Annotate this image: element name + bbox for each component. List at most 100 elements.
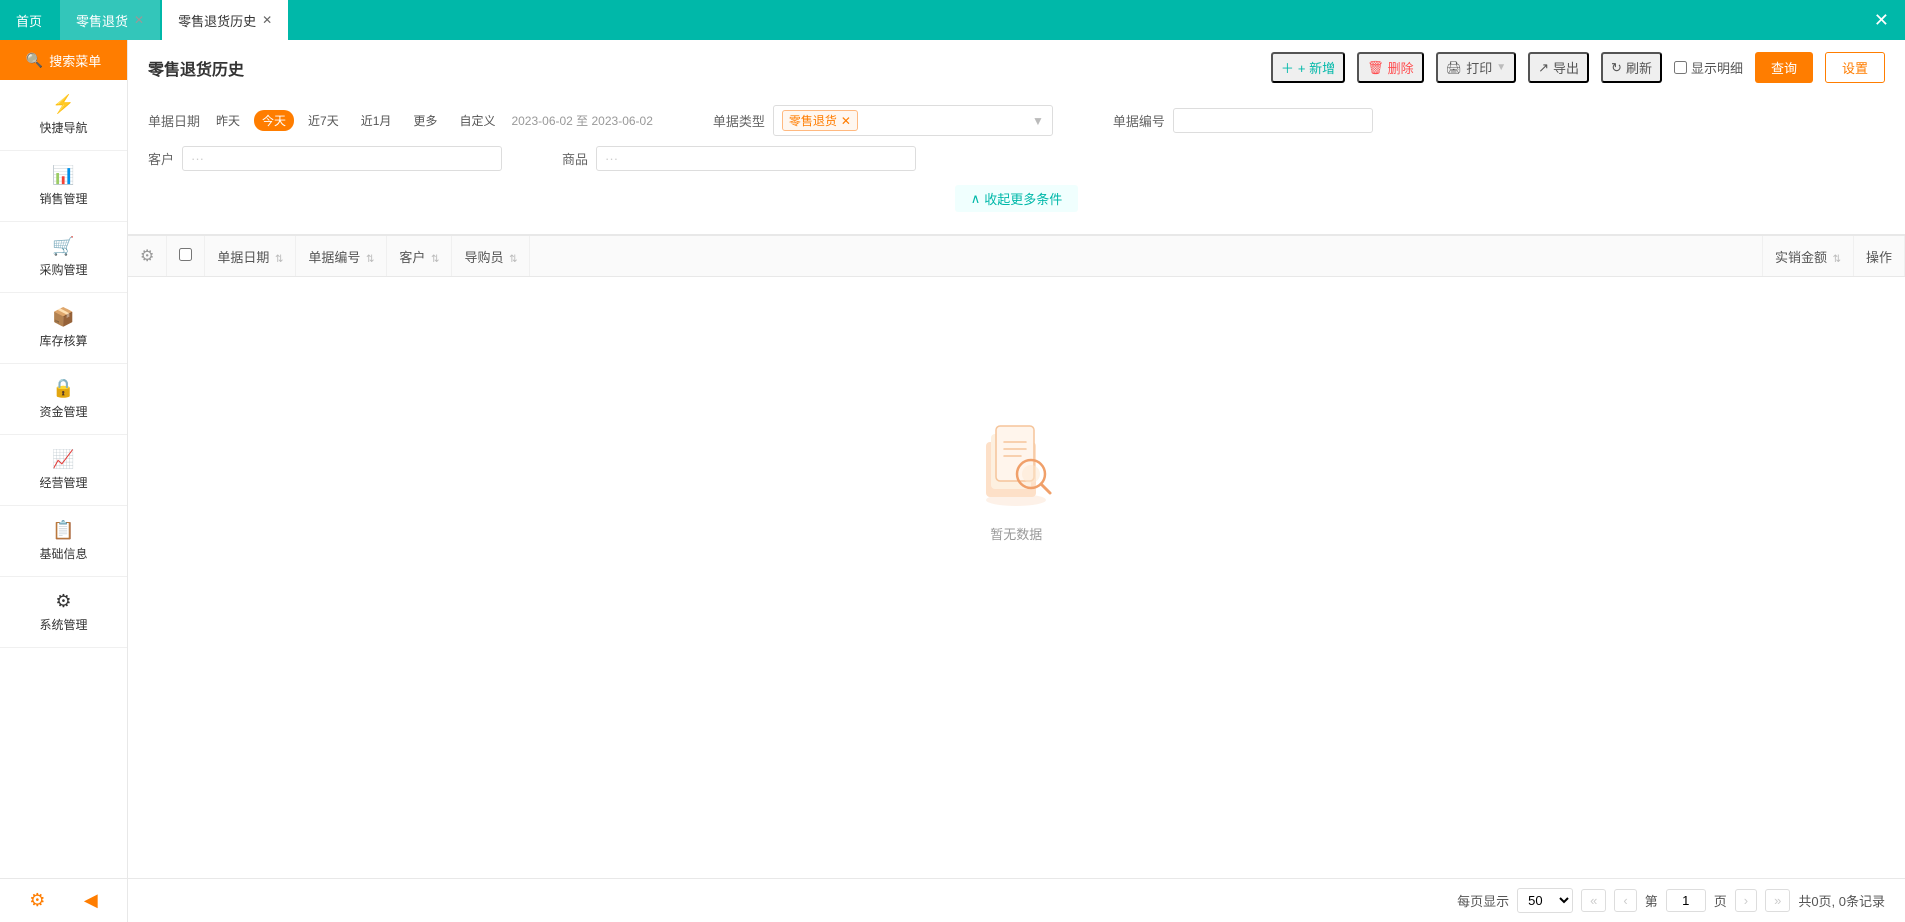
sidebar-item-operation[interactable]: 📈 经营管理 [0, 435, 127, 506]
page-prefix: 第 [1645, 891, 1658, 910]
page-number-input[interactable] [1666, 889, 1706, 912]
refresh-button[interactable]: ↻ 刷新 [1601, 52, 1662, 83]
sidebar-item-basic[interactable]: 📋 基础信息 [0, 506, 127, 577]
date-btn-1month[interactable]: 近1月 [353, 110, 400, 131]
type-tag: 零售退货 ✕ [782, 110, 858, 131]
purchase-icon: 🛒 [52, 236, 74, 257]
sidebar-settings-btn[interactable]: ⚙ [29, 890, 45, 911]
page-title-row: 零售退货历史 ＋ + 新增 🗑 删除 🖨 打印 ▼ [148, 52, 1885, 83]
th-date-sort-icon[interactable]: ⇅ [275, 254, 283, 265]
top-bar: 首页 零售退货 ✕ 零售退货历史 ✕ ✕ [0, 0, 1905, 40]
sidebar-collapse-btn[interactable]: ◀ [84, 890, 98, 911]
sidebar-search[interactable]: 🔍 搜索菜单 [0, 40, 127, 80]
export-label: 导出 [1553, 58, 1579, 77]
empty-text: 暂无数据 [990, 524, 1042, 543]
th-customer-sort-icon[interactable]: ⇅ [431, 254, 439, 265]
page-header: 零售退货历史 ＋ + 新增 🗑 删除 🖨 打印 ▼ [128, 40, 1905, 235]
sidebar-item-purchase[interactable]: 🛒 采购管理 [0, 222, 127, 293]
delete-icon: 🗑 [1367, 60, 1384, 76]
tab-retail-return[interactable]: 零售退货 ✕ [60, 0, 160, 40]
sidebar-item-sales-label: 销售管理 [39, 190, 87, 207]
sidebar: 🔍 搜索菜单 ⚡ 快捷导航 📊 销售管理 🛒 采购管理 📦 库存核算 🔒 [0, 40, 128, 922]
tab-retail-return-history-close[interactable]: ✕ [262, 13, 272, 27]
number-filter-input[interactable] [1173, 108, 1373, 133]
add-button[interactable]: ＋ + 新增 [1271, 52, 1345, 83]
goods-filter-group: 商品 ··· [562, 146, 916, 171]
total-info: 共0页, 0条记录 [1798, 891, 1885, 910]
export-button[interactable]: ↗ 导出 [1528, 52, 1589, 83]
table-settings-icon[interactable]: ⚙ [140, 248, 154, 265]
refresh-icon: ↻ [1611, 60, 1622, 76]
date-btn-7days[interactable]: 近7天 [300, 110, 347, 131]
sidebar-item-operation-label: 经营管理 [39, 474, 87, 491]
filter-row-1: 单据日期 昨天 今天 近7天 近1月 更多 自定义 2023-06-02 至 2… [148, 105, 1885, 136]
th-guide-sort-icon[interactable]: ⇅ [509, 254, 517, 265]
print-icon: 🖨 [1446, 60, 1463, 76]
sidebar-item-inventory[interactable]: 📦 库存核算 [0, 293, 127, 364]
next-page-btn[interactable]: › [1735, 889, 1757, 912]
sidebar-item-sales[interactable]: 📊 销售管理 [0, 151, 127, 222]
type-filter-label: 单据类型 [713, 111, 765, 130]
th-customer: 客户 ⇅ [387, 236, 452, 277]
type-select-chevron-icon: ▼ [1032, 114, 1044, 128]
window-close-button[interactable]: ✕ [1858, 10, 1905, 31]
tab-retail-return-close[interactable]: ✕ [134, 13, 144, 27]
table-header-row: ⚙ 单据日期 ⇅ 单据编号 ⇅ [128, 236, 1905, 277]
type-tag-close[interactable]: ✕ [841, 114, 851, 128]
sidebar-item-quick-nav[interactable]: ⚡ 快捷导航 [0, 80, 127, 151]
filter-row-2: 客户 ··· 商品 ··· [148, 146, 1885, 171]
query-label: 查询 [1771, 61, 1797, 76]
collapse-arrow-icon: ∧ [971, 191, 981, 207]
sidebar-item-system-label: 系统管理 [39, 616, 87, 633]
query-button[interactable]: 查询 [1755, 52, 1813, 83]
date-btn-yesterday[interactable]: 昨天 [208, 110, 248, 131]
sidebar-item-system[interactable]: ⚙ 系统管理 [0, 577, 127, 648]
toolbar: ＋ + 新增 🗑 删除 🖨 打印 ▼ ↗ 导出 [1271, 52, 1885, 83]
type-filter-select[interactable]: 零售退货 ✕ ▼ [773, 105, 1053, 136]
per-page-select[interactable]: 10 20 50 100 [1517, 888, 1573, 913]
delete-button[interactable]: 🗑 删除 [1357, 52, 1424, 83]
print-button[interactable]: 🖨 打印 ▼ [1436, 52, 1516, 83]
page-suffix: 页 [1714, 891, 1727, 910]
prev-page-btn[interactable]: ‹ [1614, 889, 1636, 912]
main-layout: 🔍 搜索菜单 ⚡ 快捷导航 📊 销售管理 🛒 采购管理 📦 库存核算 🔒 [0, 40, 1905, 922]
search-icon: 🔍 [26, 52, 43, 69]
page-title: 零售退货历史 [148, 56, 244, 80]
th-amount-sort-icon[interactable]: ⇅ [1833, 254, 1841, 265]
th-amount: 实销金额 ⇅ [1762, 236, 1853, 277]
date-btn-more[interactable]: 更多 [405, 110, 445, 131]
settings-button[interactable]: 设置 [1825, 52, 1885, 83]
date-btn-custom[interactable]: 自定义 [451, 110, 503, 131]
number-filter-group: 单据编号 [1113, 108, 1373, 133]
date-btn-today[interactable]: 今天 [254, 110, 294, 131]
table-body: 暂无数据 [128, 277, 1905, 678]
finance-icon: 🔒 [52, 378, 74, 399]
last-page-btn[interactable]: » [1765, 889, 1790, 912]
th-settings: ⚙ [128, 236, 167, 277]
sidebar-bottom: ⚙ ◀ [0, 878, 127, 922]
tab-retail-return-history-label: 零售退货历史 [178, 11, 256, 30]
first-page-btn[interactable]: « [1581, 889, 1606, 912]
th-number-sort-icon[interactable]: ⇅ [366, 254, 374, 265]
collapse-btn-label: 收起更多条件 [984, 189, 1062, 208]
tab-home[interactable]: 首页 [0, 0, 58, 40]
add-label: + 新增 [1298, 58, 1335, 77]
table-select-all-checkbox[interactable] [179, 248, 192, 261]
sidebar-item-purchase-label: 采购管理 [39, 261, 87, 278]
inventory-icon: 📦 [52, 307, 74, 328]
basic-icon: 📋 [52, 520, 74, 541]
sidebar-search-label: 搜索菜单 [49, 51, 101, 70]
tab-retail-return-history[interactable]: 零售退货历史 ✕ [162, 0, 288, 40]
collapse-filters-btn[interactable]: ∧ 收起更多条件 [955, 185, 1079, 212]
data-table: ⚙ 单据日期 ⇅ 单据编号 ⇅ [128, 236, 1905, 677]
th-date-label: 单据日期 [217, 250, 269, 265]
goods-filter-input[interactable]: ··· [596, 146, 916, 171]
customer-filter-input[interactable]: ··· [182, 146, 502, 171]
goods-filter-label: 商品 [562, 149, 588, 168]
table-head: ⚙ 单据日期 ⇅ 单据编号 ⇅ [128, 236, 1905, 277]
empty-illustration [966, 412, 1066, 512]
sidebar-nav: ⚡ 快捷导航 📊 销售管理 🛒 采购管理 📦 库存核算 🔒 资金管理 📈 [0, 80, 127, 878]
sidebar-item-finance[interactable]: 🔒 资金管理 [0, 364, 127, 435]
display-detail-checkbox[interactable] [1674, 61, 1687, 74]
display-detail-toggle[interactable]: 显示明细 [1674, 58, 1743, 77]
